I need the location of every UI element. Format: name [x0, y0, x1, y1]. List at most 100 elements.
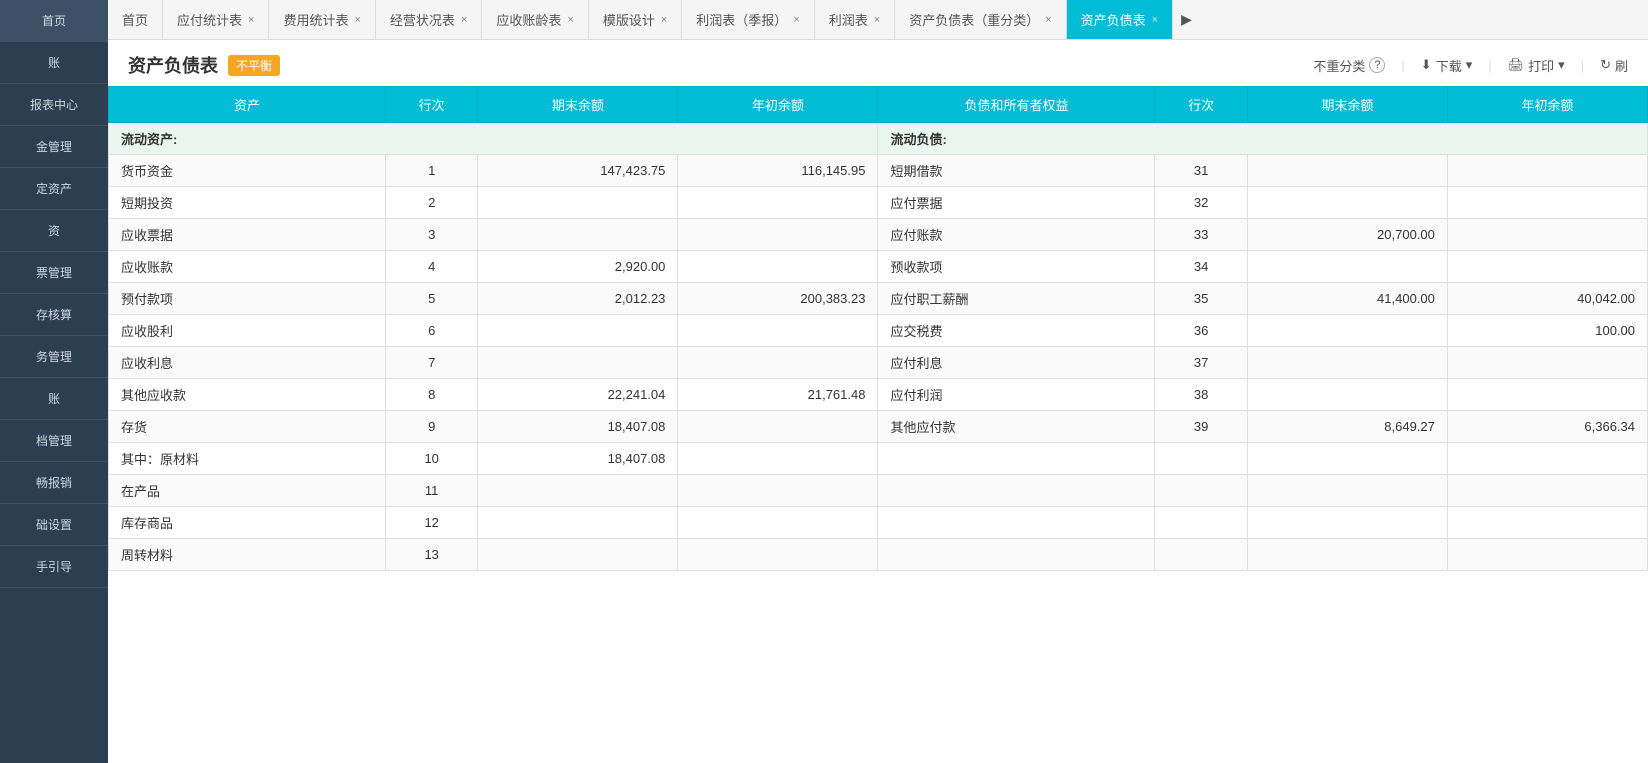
year-start-balance2 — [1447, 347, 1647, 379]
print-chevron-icon: ▾ — [1558, 57, 1565, 73]
tab-receivable-aging[interactable]: 应收账龄表 × — [482, 0, 588, 40]
year-start-balance — [678, 475, 878, 507]
year-start-balance: 21,761.48 — [678, 379, 878, 411]
table-row: 存货 9 18,407.08 其他应付款 39 8,649.27 6,366.3… — [109, 411, 1648, 443]
year-start-balance: 116,145.95 — [678, 155, 878, 187]
year-start-balance2: 6,366.34 — [1447, 411, 1647, 443]
asset-name: 预付款项 — [109, 283, 386, 315]
page-title-area: 资产负债表 不平衡 — [128, 52, 280, 78]
liability-name: 应付利润 — [878, 379, 1155, 411]
sidebar-item-guide[interactable]: 手引导 — [0, 546, 108, 588]
asset-name: 库存商品 — [109, 507, 386, 539]
download-icon: ⬇ — [1421, 57, 1432, 73]
col-end-balance: 期末余额 — [478, 87, 678, 123]
year-start-balance — [678, 539, 878, 571]
tab-balance-reclassified[interactable]: 资产负债表（重分类） × — [895, 0, 1066, 40]
row-number2: 32 — [1155, 187, 1247, 219]
col-end-balance2: 期末余额 — [1247, 87, 1447, 123]
year-start-balance2: 100.00 — [1447, 315, 1647, 347]
close-tab-balance-sheet[interactable]: × — [1152, 14, 1158, 26]
close-tab-receivable-aging[interactable]: × — [567, 14, 573, 26]
end-balance2: 20,700.00 — [1247, 219, 1447, 251]
tab-operation-status[interactable]: 经营状况表 × — [376, 0, 482, 40]
row-number: 8 — [386, 379, 478, 411]
row-number2 — [1155, 475, 1247, 507]
sidebar-item-inventory[interactable]: 存核算 — [0, 294, 108, 336]
year-start-balance: 200,383.23 — [678, 283, 878, 315]
liability-name: 其他应付款 — [878, 411, 1155, 443]
year-start-balance2 — [1447, 187, 1647, 219]
row-number: 6 — [386, 315, 478, 347]
sidebar-item-fixed-assets[interactable]: 定资产 — [0, 168, 108, 210]
tab-balance-sheet[interactable]: 资产负债表 × — [1067, 0, 1173, 40]
end-balance: 2,920.00 — [478, 251, 678, 283]
sidebar-item-settings[interactable]: 础设置 — [0, 504, 108, 546]
liability-name — [878, 507, 1155, 539]
main-area: 首页 应付统计表 × 费用统计表 × 经营状况表 × 应收账龄表 × 模版设计 … — [108, 0, 1648, 763]
tab-template-design[interactable]: 模版设计 × — [589, 0, 682, 40]
row-number2: 36 — [1155, 315, 1247, 347]
close-tab-profit-quarterly[interactable]: × — [793, 14, 799, 26]
row-number2: 33 — [1155, 219, 1247, 251]
row-number: 3 — [386, 219, 478, 251]
tab-profit[interactable]: 利润表 × — [815, 0, 895, 40]
asset-name: 应收票据 — [109, 219, 386, 251]
tab-cost-stats[interactable]: 费用统计表 × — [269, 0, 375, 40]
sidebar-item-ticket[interactable]: 票管理 — [0, 252, 108, 294]
sidebar-item-expense[interactable]: 畅报销 — [0, 462, 108, 504]
category-select[interactable]: 不重分类 ? — [1313, 56, 1385, 75]
end-balance2 — [1247, 443, 1447, 475]
close-tab-balance-reclassified[interactable]: × — [1045, 14, 1051, 26]
close-tab-payable-stats[interactable]: × — [248, 14, 254, 26]
sidebar-item-home[interactable]: 首页 — [0, 0, 108, 42]
tab-home[interactable]: 首页 — [108, 0, 163, 40]
sidebar-item-investment[interactable]: 资 — [0, 210, 108, 252]
balance-sheet-table: 资产 行次 期末余额 年初余额 负债和所有者权益 行次 期末余额 年初余额 流动… — [108, 86, 1648, 571]
help-icon[interactable]: ? — [1369, 57, 1385, 73]
liability-name: 应付职工薪酬 — [878, 283, 1155, 315]
year-start-balance — [678, 347, 878, 379]
table-row: 在产品 11 — [109, 475, 1648, 507]
row-number: 4 — [386, 251, 478, 283]
sidebar-item-tax[interactable]: 务管理 — [0, 336, 108, 378]
row-number2 — [1155, 539, 1247, 571]
year-start-balance2 — [1447, 155, 1647, 187]
end-balance — [478, 315, 678, 347]
print-button[interactable]: 🖨 打印 ▾ — [1508, 56, 1565, 75]
sidebar-item-fund[interactable]: 金管理 — [0, 126, 108, 168]
table-row: 货币资金 1 147,423.75 116,145.95 短期借款 31 — [109, 155, 1648, 187]
sidebar-item-reports[interactable]: 报表中心 — [0, 84, 108, 126]
end-balance — [478, 539, 678, 571]
year-start-balance2 — [1447, 219, 1647, 251]
close-tab-profit[interactable]: × — [874, 14, 880, 26]
row-number2 — [1155, 443, 1247, 475]
row-number: 2 — [386, 187, 478, 219]
liability-name — [878, 475, 1155, 507]
download-button[interactable]: ⬇ 下载 ▾ — [1421, 56, 1472, 75]
divider-1: | — [1401, 58, 1404, 73]
tab-scroll-right-icon[interactable]: ▶ — [1173, 11, 1200, 28]
refresh-button[interactable]: ↻ 刷 — [1600, 56, 1628, 75]
end-balance2: 41,400.00 — [1247, 283, 1447, 315]
year-start-balance — [678, 251, 878, 283]
sidebar-item-account[interactable]: 账 — [0, 42, 108, 84]
sidebar-item-archive[interactable]: 档管理 — [0, 420, 108, 462]
close-tab-template-design[interactable]: × — [661, 14, 667, 26]
table-header-row: 资产 行次 期末余额 年初余额 负债和所有者权益 行次 期末余额 年初余额 — [109, 87, 1648, 123]
table-row: 应收利息 7 应付利息 37 — [109, 347, 1648, 379]
asset-name: 周转材料 — [109, 539, 386, 571]
year-start-balance2 — [1447, 539, 1647, 571]
tab-profit-quarterly[interactable]: 利润表（季报） × — [682, 0, 814, 40]
table-row: 其他应收款 8 22,241.04 21,761.48 应付利润 38 — [109, 379, 1648, 411]
close-tab-operation-status[interactable]: × — [461, 14, 467, 26]
end-balance2 — [1247, 155, 1447, 187]
close-tab-cost-stats[interactable]: × — [354, 14, 360, 26]
liability-name: 应付票据 — [878, 187, 1155, 219]
asset-name: 短期投资 — [109, 187, 386, 219]
sidebar-item-ledger[interactable]: 账 — [0, 378, 108, 420]
col-year-start: 年初余额 — [678, 87, 878, 123]
tab-payable-stats[interactable]: 应付统计表 × — [163, 0, 269, 40]
end-balance2 — [1247, 315, 1447, 347]
row-number: 12 — [386, 507, 478, 539]
liability-name: 应交税费 — [878, 315, 1155, 347]
